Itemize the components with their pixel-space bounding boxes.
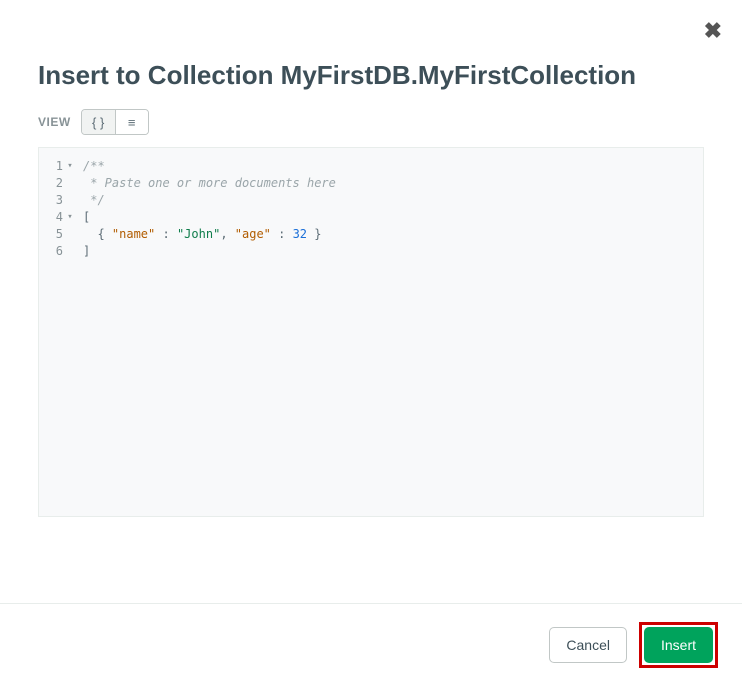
code-key: "age" bbox=[235, 227, 271, 241]
line-number: 1 bbox=[47, 158, 63, 175]
code-key: "name" bbox=[112, 227, 155, 241]
code-punct: , bbox=[220, 227, 234, 241]
editor-content[interactable]: /** * Paste one or more documents here *… bbox=[77, 148, 342, 516]
close-icon[interactable]: ✖ bbox=[704, 20, 722, 42]
fold-icon[interactable]: ▾ bbox=[63, 158, 77, 175]
code-comment: * Paste one or more documents here bbox=[83, 176, 336, 190]
code-editor[interactable]: 1▾ 2 3 4▾ 5 6 /** * Paste one or more do… bbox=[38, 147, 704, 517]
cancel-button[interactable]: Cancel bbox=[549, 627, 627, 663]
list-icon: ≡ bbox=[128, 115, 136, 130]
line-number: 2 bbox=[47, 175, 63, 192]
line-number: 4 bbox=[47, 209, 63, 226]
view-json-button[interactable]: { } bbox=[82, 110, 115, 134]
insert-highlight: Insert bbox=[639, 622, 718, 668]
view-list-button[interactable]: ≡ bbox=[115, 110, 148, 134]
code-comment: /** bbox=[83, 159, 105, 173]
dialog-footer: Cancel Insert bbox=[0, 603, 742, 686]
code-bracket: ] bbox=[83, 244, 90, 258]
editor-gutter: 1▾ 2 3 4▾ 5 6 bbox=[39, 148, 77, 516]
insert-button[interactable]: Insert bbox=[644, 627, 713, 663]
fold-icon[interactable]: ▾ bbox=[63, 209, 77, 226]
view-toggle: { } ≡ bbox=[81, 109, 149, 135]
dialog-title: Insert to Collection MyFirstDB.MyFirstCo… bbox=[38, 60, 704, 91]
code-punct: } bbox=[307, 227, 321, 241]
braces-icon: { } bbox=[92, 115, 104, 130]
view-label: VIEW bbox=[38, 115, 71, 129]
code-string: "John" bbox=[177, 227, 220, 241]
code-bracket: [ bbox=[83, 210, 90, 224]
line-number: 6 bbox=[47, 243, 63, 260]
code-punct: { bbox=[83, 227, 112, 241]
line-number: 3 bbox=[47, 192, 63, 209]
code-punct: : bbox=[155, 227, 177, 241]
code-comment: */ bbox=[83, 193, 105, 207]
code-punct: : bbox=[271, 227, 293, 241]
line-number: 5 bbox=[47, 226, 63, 243]
code-number: 32 bbox=[293, 227, 307, 241]
